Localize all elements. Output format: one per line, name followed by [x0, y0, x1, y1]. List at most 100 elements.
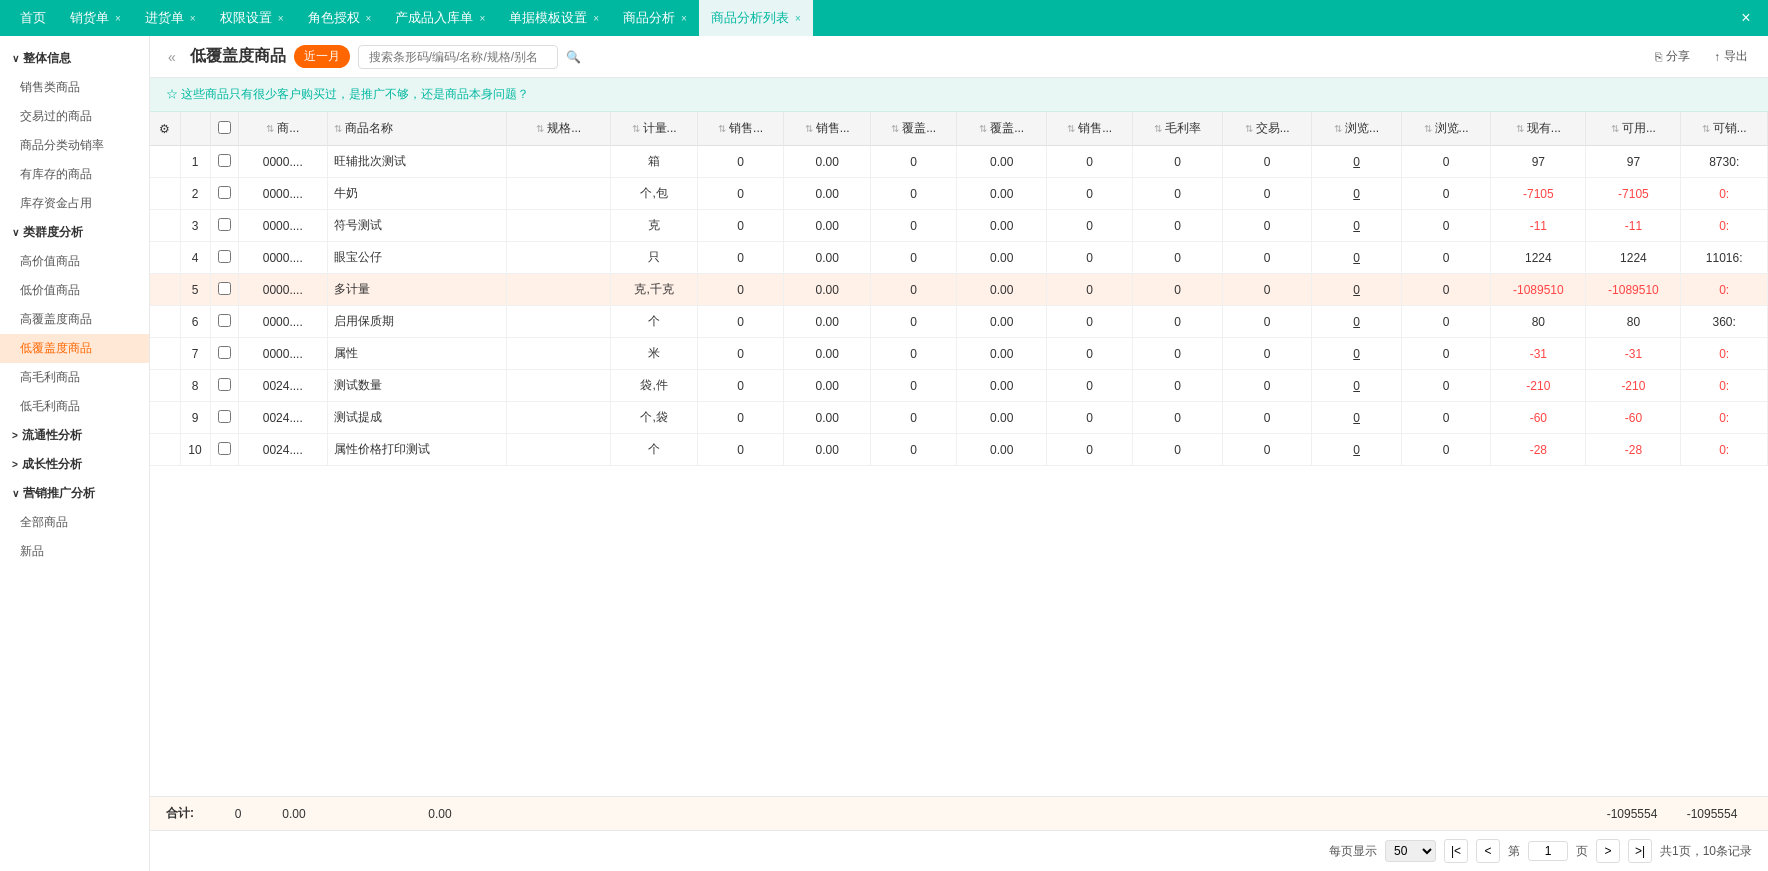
per-page-select[interactable]: 50 100 200: [1385, 840, 1436, 862]
row-browse1-5[interactable]: 0: [1312, 306, 1401, 338]
col-stock1-header[interactable]: 现有...: [1491, 112, 1586, 146]
col-cov-cust-header[interactable]: 覆盖...: [870, 112, 957, 146]
row-check-3[interactable]: [210, 242, 238, 274]
row-browse1-2[interactable]: 0: [1312, 210, 1401, 242]
row-browse1-3[interactable]: 0: [1312, 242, 1401, 274]
sidebar-item-high-coverage[interactable]: 高覆盖度商品: [0, 305, 149, 334]
row-name-1: 牛奶: [327, 178, 506, 210]
totals-sales-qty: 0: [210, 807, 266, 821]
share-button[interactable]: ⎘ 分享: [1647, 44, 1698, 69]
row-check-7[interactable]: [210, 370, 238, 402]
row-sales-amt-9: 0.00: [784, 434, 871, 466]
sidebar-item-sales-goods[interactable]: 销售类商品: [0, 73, 149, 102]
search-icon[interactable]: 🔍: [566, 50, 581, 64]
col-sales-x-header[interactable]: 销售...: [1046, 112, 1133, 146]
row-browse1-1[interactable]: 0: [1312, 178, 1401, 210]
nav-roles[interactable]: 角色授权 ×: [296, 0, 384, 36]
col-sku-header[interactable]: 商...: [238, 112, 327, 146]
sidebar-section-overall[interactable]: ∨ 整体信息: [0, 44, 149, 73]
table-row: 6 0000.... 启用保质期 个 0 0.00 0 0.00 0 0 0 0…: [150, 306, 1768, 338]
sidebar-section-marketing[interactable]: ∨ 营销推广分析: [0, 479, 149, 508]
row-check-8[interactable]: [210, 402, 238, 434]
sidebar-section-growth[interactable]: > 成长性分析: [0, 450, 149, 479]
col-sales-qty-header[interactable]: 销售...: [697, 112, 784, 146]
sidebar-item-low-value[interactable]: 低价值商品: [0, 276, 149, 305]
row-check-0[interactable]: [210, 146, 238, 178]
col-unit-header[interactable]: 计量...: [611, 112, 698, 146]
row-check-5[interactable]: [210, 306, 238, 338]
sidebar-item-low-profit[interactable]: 低毛利商品: [0, 392, 149, 421]
row-browse1-9[interactable]: 0: [1312, 434, 1401, 466]
row-name-2: 符号测试: [327, 210, 506, 242]
col-name-header[interactable]: 商品名称: [327, 112, 506, 146]
nav-purchase-order-close[interactable]: ×: [190, 13, 196, 24]
row-cov-cust-9: 0: [870, 434, 957, 466]
sidebar-section-cluster[interactable]: ∨ 类群度分析: [0, 218, 149, 247]
nav-product-analysis-list[interactable]: 商品分析列表 ×: [699, 0, 813, 36]
row-browse1-8[interactable]: 0: [1312, 402, 1401, 434]
col-avail-header[interactable]: 可销...: [1681, 112, 1768, 146]
page-input[interactable]: [1528, 841, 1568, 861]
sidebar-item-high-profit[interactable]: 高毛利商品: [0, 363, 149, 392]
nav-product-analysis[interactable]: 商品分析 ×: [611, 0, 699, 36]
nav-inventory-close[interactable]: ×: [479, 13, 485, 24]
row-sellable-8: 0:: [1681, 402, 1768, 434]
sidebar-item-traded-goods[interactable]: 交易过的商品: [0, 102, 149, 131]
last-page-button[interactable]: >|: [1628, 839, 1652, 863]
nav-purchase-order[interactable]: 进货单 ×: [133, 0, 208, 36]
col-stock2-header[interactable]: 可用...: [1586, 112, 1681, 146]
row-gross-1: 0: [1133, 178, 1222, 210]
next-page-button[interactable]: >: [1596, 839, 1620, 863]
row-check-4[interactable]: [210, 274, 238, 306]
col-check-header[interactable]: [210, 112, 238, 146]
nav-template[interactable]: 单据模板设置 ×: [497, 0, 611, 36]
col-browse1-header[interactable]: 浏览...: [1312, 112, 1401, 146]
col-spec-header[interactable]: 规格...: [506, 112, 610, 146]
col-browse2-header[interactable]: 浏览...: [1401, 112, 1490, 146]
row-browse1-0[interactable]: 0: [1312, 146, 1401, 178]
sidebar-item-low-coverage[interactable]: 低覆盖度商品: [0, 334, 149, 363]
sidebar-item-high-value[interactable]: 高价值商品: [0, 247, 149, 276]
row-check-6[interactable]: [210, 338, 238, 370]
col-gross-header[interactable]: 毛利率: [1133, 112, 1222, 146]
sidebar-item-all-goods[interactable]: 全部商品: [0, 508, 149, 537]
nav-sales-order-close[interactable]: ×: [115, 13, 121, 24]
row-trade-2: 0: [1222, 210, 1311, 242]
nav-permissions-close[interactable]: ×: [278, 13, 284, 24]
row-browse1-7[interactable]: 0: [1312, 370, 1401, 402]
nav-product-analysis-list-close[interactable]: ×: [795, 13, 801, 24]
sidebar-item-category-rate[interactable]: 商品分类动销率: [0, 131, 149, 160]
close-all-button[interactable]: ×: [1732, 4, 1760, 32]
row-browse1-4[interactable]: 0: [1312, 274, 1401, 306]
col-sales-amt-header[interactable]: 销售...: [784, 112, 871, 146]
nav-home[interactable]: 首页: [8, 0, 58, 36]
row-sku-6: 0000....: [238, 338, 327, 370]
row-check-2[interactable]: [210, 210, 238, 242]
nav-template-close[interactable]: ×: [593, 13, 599, 24]
row-sales-amt-6: 0.00: [784, 338, 871, 370]
sidebar-collapse-button[interactable]: «: [162, 47, 182, 67]
period-button[interactable]: 近一月: [294, 45, 350, 68]
first-page-button[interactable]: |<: [1444, 839, 1468, 863]
sidebar-item-new-goods[interactable]: 新品: [0, 537, 149, 566]
col-cov-rate-header[interactable]: 覆盖...: [957, 112, 1046, 146]
col-trade-header[interactable]: 交易...: [1222, 112, 1311, 146]
nav-inventory[interactable]: 产成品入库单 ×: [383, 0, 497, 36]
sidebar-item-stocked-goods[interactable]: 有库存的商品: [0, 160, 149, 189]
row-sales-qty-3: 0: [697, 242, 784, 274]
row-unit-0: 箱: [611, 146, 698, 178]
row-check-1[interactable]: [210, 178, 238, 210]
search-input[interactable]: [358, 45, 558, 69]
sidebar-item-stock-fund[interactable]: 库存资金占用: [0, 189, 149, 218]
sidebar-section-circulation[interactable]: > 流通性分析: [0, 421, 149, 450]
col-settings-header[interactable]: ⚙: [150, 112, 180, 146]
select-all-checkbox[interactable]: [218, 121, 231, 134]
nav-sales-order[interactable]: 销货单 ×: [58, 0, 133, 36]
nav-roles-close[interactable]: ×: [366, 13, 372, 24]
nav-product-analysis-close[interactable]: ×: [681, 13, 687, 24]
row-browse1-6[interactable]: 0: [1312, 338, 1401, 370]
nav-permissions[interactable]: 权限设置 ×: [208, 0, 296, 36]
row-check-9[interactable]: [210, 434, 238, 466]
prev-page-button[interactable]: <: [1476, 839, 1500, 863]
export-button[interactable]: ↑ 导出: [1706, 44, 1756, 69]
